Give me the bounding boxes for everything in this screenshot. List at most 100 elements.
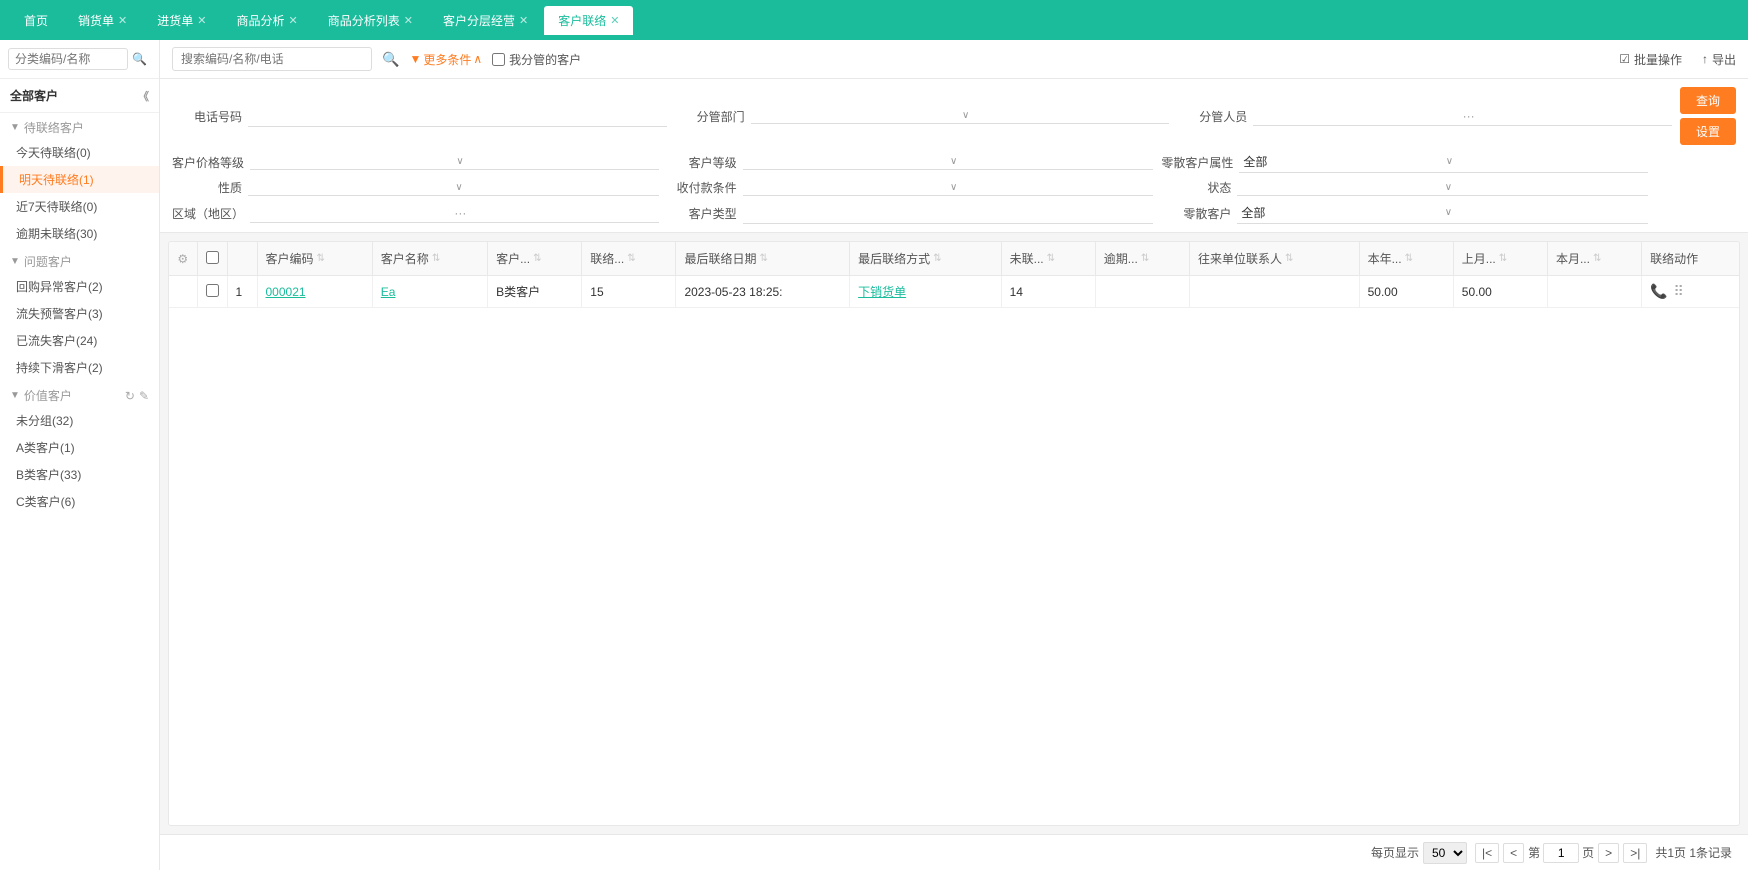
more-conditions-arrow-icon: ∧ — [473, 52, 482, 66]
th-settings[interactable]: ⚙ — [169, 242, 197, 276]
sidebar: 🔍 全部客户 《 ▼ 待联络客户 今天待联络(0) 明天待联络(1) 近7天待联… — [0, 40, 160, 870]
sort-lastmonth-icon: ⇅ — [1499, 253, 1507, 264]
nav-item-sales[interactable]: 销货单 ✕ — [64, 6, 141, 35]
th-this-year[interactable]: 本年... ⇅ — [1359, 242, 1453, 276]
next-page-btn[interactable]: > — [1598, 843, 1619, 863]
sort-code-icon: ⇅ — [317, 253, 325, 264]
filter-cell-customer-type: 客户类型 — [667, 203, 1154, 224]
status-select[interactable]: ∨ — [1237, 180, 1648, 196]
th-overdue[interactable]: 逾期... ⇅ — [1095, 242, 1189, 276]
th-last-contact-method[interactable]: 最后联络方式 ⇅ — [850, 242, 1002, 276]
td-checkbox[interactable] — [197, 276, 227, 308]
td-last-contact-method[interactable]: 下销货单 — [850, 276, 1002, 308]
retail-customer-label: 零散客户 — [1161, 205, 1231, 222]
prev-page-btn[interactable]: < — [1503, 843, 1524, 863]
page-number-input[interactable] — [1543, 843, 1579, 863]
query-settings-col: 查询 设置 — [1680, 87, 1736, 145]
th-contact[interactable]: 联络... ⇅ — [582, 242, 676, 276]
sidebar-item-repurchase-abnormal[interactable]: 回购异常客户(2) — [0, 273, 159, 300]
th-this-month[interactable]: 本月... ⇅ — [1547, 242, 1641, 276]
close-contact-icon[interactable]: ✕ — [610, 14, 619, 27]
close-product-analysis-icon[interactable]: ✕ — [289, 14, 298, 27]
region-select[interactable]: ··· — [250, 204, 659, 223]
dept-select[interactable]: ∨ — [751, 108, 1170, 124]
select-all-checkbox[interactable] — [206, 251, 219, 264]
dept-down-icon: ∨ — [962, 110, 1165, 121]
value-refresh-icon[interactable]: ↻ — [125, 389, 135, 403]
th-unit-contact[interactable]: 往来单位联系人 ⇅ — [1189, 242, 1359, 276]
last-page-btn[interactable]: >| — [1623, 843, 1647, 863]
sidebar-item-ungrouped[interactable]: 未分组(32) — [0, 407, 159, 434]
sidebar-item-tomorrow-pending[interactable]: 明天待联络(1) — [0, 166, 159, 193]
th-name[interactable]: 客户名称 ⇅ — [372, 242, 487, 276]
nav-item-customer-segmentation[interactable]: 客户分层经营 ✕ — [429, 6, 542, 35]
sidebar-item-class-a[interactable]: A类客户(1) — [0, 434, 159, 461]
customer-type-input[interactable] — [743, 203, 1154, 224]
per-page-select[interactable]: 50 — [1423, 842, 1467, 864]
nav-item-customer-contact[interactable]: 客户联络 ✕ — [544, 6, 633, 35]
customer-type-label: 客户类型 — [667, 205, 737, 222]
all-customers-item[interactable]: 全部客户 《 — [0, 79, 159, 113]
action-phone-icon[interactable]: 📞 — [1650, 283, 1667, 300]
th-code[interactable]: 客户编码 ⇅ — [257, 242, 372, 276]
close-product-list-icon[interactable]: ✕ — [404, 14, 413, 27]
sidebar-item-churn-warning[interactable]: 流失预警客户(3) — [0, 300, 159, 327]
td-row-settings — [169, 276, 197, 308]
action-more-icon[interactable]: ⠿ — [1674, 283, 1684, 300]
td-name[interactable]: Ea — [372, 276, 487, 308]
export-btn[interactable]: ↑ 导出 — [1702, 51, 1736, 68]
phone-input[interactable] — [248, 106, 667, 127]
price-level-select[interactable]: ∨ — [250, 154, 659, 170]
person-select[interactable]: ··· — [1253, 107, 1672, 126]
nav-item-product-analysis[interactable]: 商品分析 ✕ — [222, 6, 311, 35]
th-last-month[interactable]: 上月... ⇅ — [1453, 242, 1547, 276]
sidebar-group-pending[interactable]: ▼ 待联络客户 — [0, 113, 159, 139]
retail-customer-select[interactable]: 全部 ∨ — [1237, 202, 1648, 224]
retail-attr-select[interactable]: 全部 ∨ — [1239, 151, 1648, 173]
sidebar-item-7day-pending[interactable]: 近7天待联络(0) — [0, 193, 159, 220]
nav-item-product-analysis-list[interactable]: 商品分析列表 ✕ — [314, 6, 427, 35]
th-last-contact-date[interactable]: 最后联络日期 ⇅ — [676, 242, 850, 276]
settings-btn[interactable]: 设置 — [1680, 118, 1736, 145]
first-page-btn[interactable]: |< — [1475, 843, 1499, 863]
price-level-label: 客户价格等级 — [172, 154, 244, 171]
sidebar-search-area: 🔍 — [0, 40, 159, 79]
my-customers-checkbox[interactable] — [492, 53, 505, 66]
sidebar-group-problem[interactable]: ▼ 问题客户 — [0, 247, 159, 273]
sidebar-section-all: 全部客户 《 ▼ 待联络客户 今天待联络(0) 明天待联络(1) 近7天待联络(… — [0, 79, 159, 515]
batch-checkbox-icon: ☑ — [1619, 52, 1630, 66]
table-row: 1 000021 Ea B类客户 15 2023-05-23 18:25: 下销… — [169, 276, 1739, 308]
payment-select[interactable]: ∨ — [743, 180, 1154, 196]
th-customer-type[interactable]: 客户... ⇅ — [488, 242, 582, 276]
batch-ops-btn[interactable]: ☑ 批量操作 — [1619, 51, 1682, 68]
my-customers-checkbox-area[interactable]: 我分管的客户 — [492, 51, 581, 68]
row-checkbox[interactable] — [206, 284, 219, 297]
td-code[interactable]: 000021 — [257, 276, 372, 308]
sidebar-group-value[interactable]: ▼ 价值客户 ↻ ✎ — [0, 381, 159, 407]
sidebar-item-today-pending[interactable]: 今天待联络(0) — [0, 139, 159, 166]
search-button[interactable]: 🔍 — [382, 51, 399, 68]
sidebar-search-icon[interactable]: 🔍 — [132, 52, 147, 66]
close-purchase-icon[interactable]: ✕ — [197, 14, 206, 27]
close-segmentation-icon[interactable]: ✕ — [519, 14, 528, 27]
customer-level-select[interactable]: ∨ — [743, 154, 1154, 170]
td-unit-contact — [1189, 276, 1359, 308]
sidebar-item-class-b[interactable]: B类客户(33) — [0, 461, 159, 488]
sidebar-item-declining[interactable]: 持续下滑客户(2) — [0, 354, 159, 381]
sidebar-search-input[interactable] — [8, 48, 128, 70]
nav-item-home[interactable]: 首页 — [10, 6, 62, 35]
search-input[interactable] — [172, 47, 372, 71]
more-conditions-btn[interactable]: ▼ 更多条件 ∧ — [409, 51, 482, 68]
th-checkbox[interactable] — [197, 242, 227, 276]
td-unlinked: 14 — [1001, 276, 1095, 308]
th-unlinked[interactable]: 未联... ⇅ — [1001, 242, 1095, 276]
nav-item-purchase[interactable]: 进货单 ✕ — [143, 6, 220, 35]
sidebar-item-churned[interactable]: 已流失客户(24) — [0, 327, 159, 354]
sidebar-item-class-c[interactable]: C类客户(6) — [0, 488, 159, 515]
value-edit-icon[interactable]: ✎ — [139, 389, 149, 403]
query-btn[interactable]: 查询 — [1680, 87, 1736, 114]
sidebar-item-overdue-pending[interactable]: 逾期未联络(30) — [0, 220, 159, 247]
nature-select[interactable]: ∨ — [248, 180, 659, 196]
close-sales-icon[interactable]: ✕ — [118, 14, 127, 27]
filter-row-3: 性质 ∨ 收付款条件 ∨ 状态 — [172, 179, 1736, 196]
